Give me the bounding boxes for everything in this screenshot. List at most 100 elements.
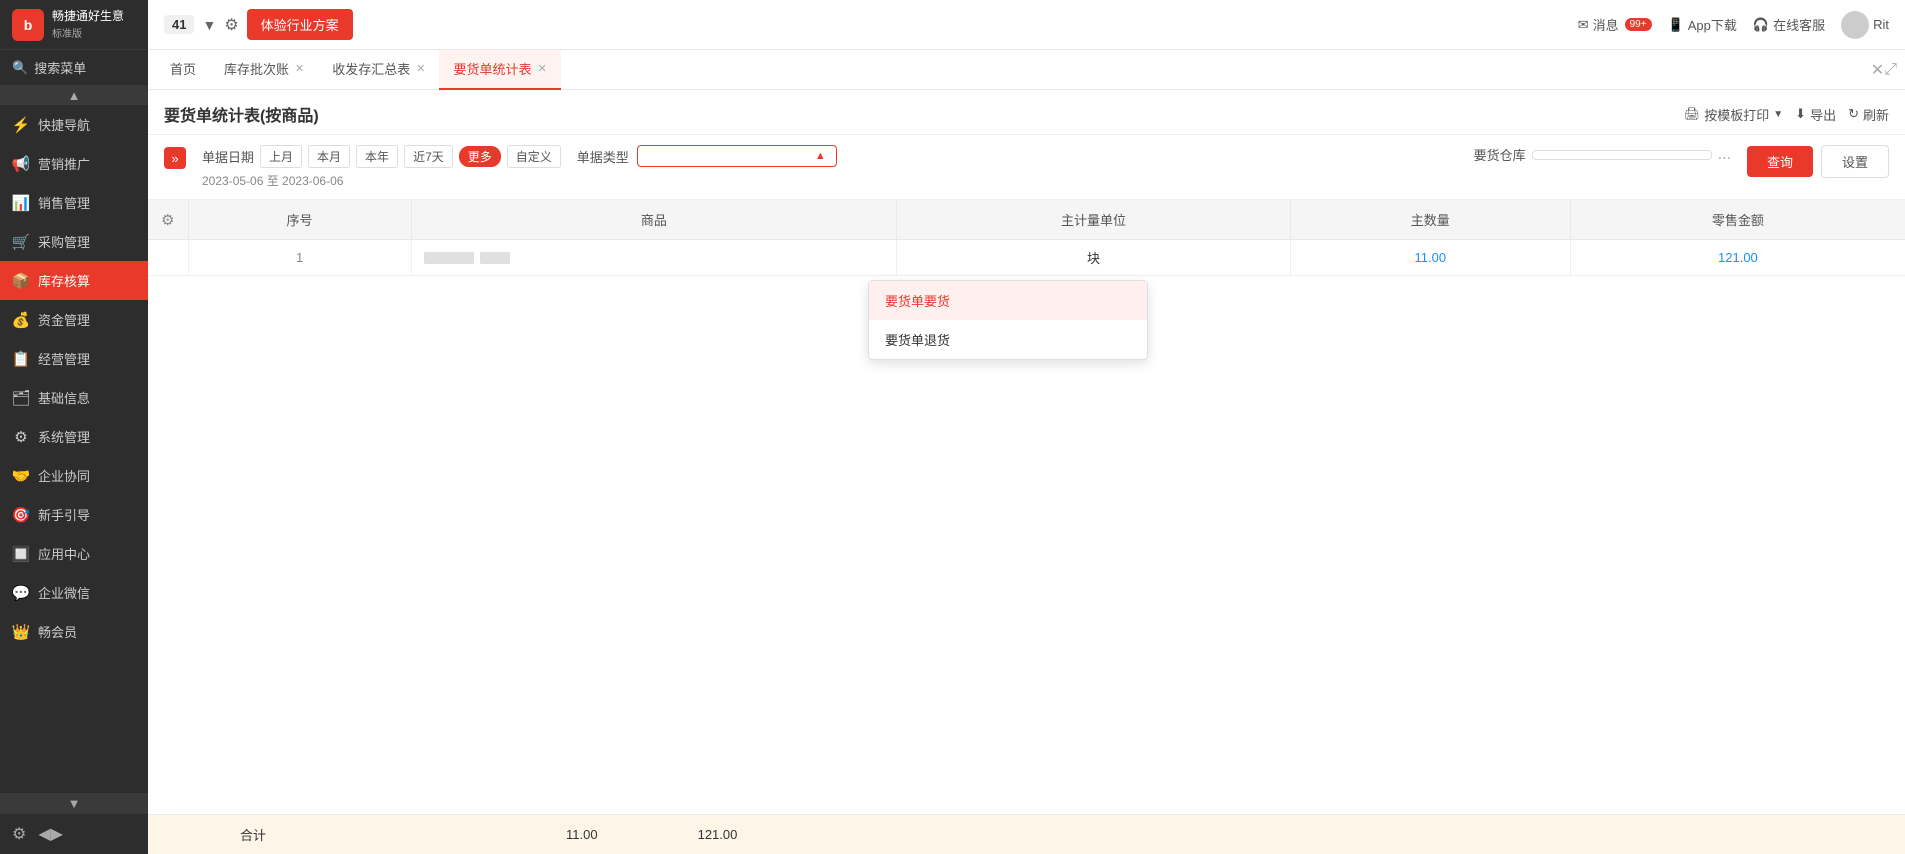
export-icon: ⬇ xyxy=(1795,106,1806,122)
sidebar-item-inventory[interactable]: 📦 库存核算 xyxy=(0,261,148,300)
tab-order-stats-label: 要货单统计表 xyxy=(453,59,531,78)
sidebar-item-label: 基础信息 xyxy=(38,388,90,407)
print-button[interactable]: 🖨 按模板打印 ▼ xyxy=(1684,105,1783,124)
online-service-action[interactable]: 🎧 在线客服 xyxy=(1753,15,1825,34)
app-download-action[interactable]: 📱 App下载 xyxy=(1668,15,1737,34)
header-left: 41 ▼ ⚙ 体验行业方案 xyxy=(164,9,1562,40)
sidebar-item-label: 企业协同 xyxy=(38,466,90,485)
data-table: ⚙ 序号 商品 主计量单位 主数量 零售金额 1 xyxy=(148,200,1905,276)
td-product xyxy=(411,240,896,276)
table-footer: 合计 11.00 121.00 xyxy=(148,814,1905,854)
td-unit: 块 xyxy=(897,240,1291,276)
download-icon: 📱 xyxy=(1668,17,1684,33)
sidebar-item-collab[interactable]: 🤝 企业协同 xyxy=(0,456,148,495)
quantity-link[interactable]: 11.00 xyxy=(1415,250,1447,265)
export-label: 导出 xyxy=(1810,105,1836,124)
search-icon: 🔍 xyxy=(12,60,28,76)
sidebar-item-label: 畅会员 xyxy=(38,622,77,641)
amount-link[interactable]: 121.00 xyxy=(1718,250,1758,265)
row-number: 1 xyxy=(296,250,303,265)
sidebar-nav: ⚡ 快捷导航 📢 营销推广 📊 销售管理 🛒 采购管理 📦 库存核算 💰 资金管… xyxy=(0,105,148,793)
tab-batch[interactable]: 库存批次账 ✕ xyxy=(210,50,318,90)
appstore-icon: 🔲 xyxy=(12,545,30,563)
date-btn-this-month[interactable]: 本月 xyxy=(308,145,350,168)
sidebar-item-ops[interactable]: 📋 经营管理 xyxy=(0,339,148,378)
warehouse-select[interactable] xyxy=(1532,150,1712,160)
product-placeholder-2 xyxy=(480,252,510,264)
date-btn-custom[interactable]: 自定义 xyxy=(507,145,561,168)
th-product: 商品 xyxy=(411,200,896,240)
collapse-icon[interactable]: ◀▶ xyxy=(38,824,63,844)
wechat-icon: 💬 xyxy=(12,584,30,602)
settings-bottom-icon[interactable]: ⚙ xyxy=(12,824,26,844)
sidebar-item-purchase[interactable]: 🛒 采购管理 xyxy=(0,222,148,261)
messages-action[interactable]: ✉ 消息 99+ xyxy=(1578,15,1652,34)
footer-quantity: 11.00 xyxy=(566,827,598,842)
warehouse-label: 要货仓库 xyxy=(1474,145,1526,164)
sidebar-item-member[interactable]: 👑 畅会员 xyxy=(0,612,148,651)
sidebar-item-label: 应用中心 xyxy=(38,544,90,563)
tab-collect-close[interactable]: ✕ xyxy=(416,62,425,75)
sidebar-scroll-up[interactable]: ▲ xyxy=(0,85,148,105)
set-button[interactable]: 设置 xyxy=(1821,145,1889,178)
tab-order-stats-close[interactable]: ✕ xyxy=(538,62,547,75)
sidebar-bottom: ⚙ ◀▶ xyxy=(0,813,148,854)
column-settings-icon[interactable]: ⚙ xyxy=(161,212,174,229)
th-quantity: 主数量 xyxy=(1290,200,1570,240)
collapse-filter-button[interactable]: » xyxy=(164,147,186,169)
top-header: 41 ▼ ⚙ 体验行业方案 ✉ 消息 99+ 📱 App下载 🎧 在线客服 Ri… xyxy=(148,0,1905,50)
sidebar-item-base[interactable]: 🗂 基础信息 xyxy=(0,378,148,417)
refresh-button[interactable]: ↻ 刷新 xyxy=(1848,105,1889,124)
print-icon: 🖨 xyxy=(1684,106,1701,122)
date-btn-more[interactable]: 更多 xyxy=(459,146,501,167)
user-profile[interactable]: Rit xyxy=(1841,11,1889,39)
sidebar-item-appstore[interactable]: 🔲 应用中心 xyxy=(0,534,148,573)
tab-batch-close[interactable]: ✕ xyxy=(295,62,304,75)
search-menu[interactable]: 🔍 搜索菜单 xyxy=(0,50,148,85)
collab-icon: 🤝 xyxy=(12,467,30,485)
expand-button[interactable]: ⤢ xyxy=(1884,61,1897,79)
trial-button[interactable]: 体验行业方案 xyxy=(247,9,353,40)
page-content: 要货单统计表(按商品) 🖨 按模板打印 ▼ ⬇ 导出 ↻ 刷新 » xyxy=(148,90,1905,854)
tab-dropdown-button[interactable]: ▼ xyxy=(202,17,216,33)
export-button[interactable]: ⬇ 导出 xyxy=(1795,105,1836,124)
topbar-settings-button[interactable]: ⚙ xyxy=(224,15,238,35)
date-btn-last-month[interactable]: 上月 xyxy=(260,145,302,168)
sidebar-scroll-down[interactable]: ▼ xyxy=(0,793,148,813)
tab-batch-label: 库存批次账 xyxy=(224,59,289,78)
td-settings xyxy=(148,240,188,276)
header-right: ✉ 消息 99+ 📱 App下载 🎧 在线客服 Rit xyxy=(1578,11,1889,39)
table-header-row: ⚙ 序号 商品 主计量单位 主数量 零售金额 xyxy=(148,200,1905,240)
sidebar-item-guide[interactable]: 🎯 新手引导 xyxy=(0,495,148,534)
tab-order-stats[interactable]: 要货单统计表 ✕ xyxy=(439,50,560,90)
type-select-box[interactable]: ▲ xyxy=(637,145,837,167)
type-filter-group: 单据类型 ▲ xyxy=(577,145,1458,167)
td-amount: 121.00 xyxy=(1570,240,1905,276)
main-area: 41 ▼ ⚙ 体验行业方案 ✉ 消息 99+ 📱 App下载 🎧 在线客服 Ri… xyxy=(148,0,1905,854)
sidebar-item-wechat[interactable]: 💬 企业微信 xyxy=(0,573,148,612)
sidebar-item-quick-nav[interactable]: ⚡ 快捷导航 xyxy=(0,105,148,144)
print-dropdown-arrow: ▼ xyxy=(1773,109,1783,120)
dropdown-item-order-goods[interactable]: 要货单要货 xyxy=(869,281,1147,320)
page-title: 要货单统计表(按商品) xyxy=(164,102,319,126)
type-label: 单据类型 xyxy=(577,147,629,166)
date-btn-this-year[interactable]: 本年 xyxy=(356,145,398,168)
tab-collect[interactable]: 收发存汇总表 ✕ xyxy=(318,50,439,90)
sidebar-item-system[interactable]: ⚙ 系统管理 xyxy=(0,417,148,456)
sidebar-item-finance[interactable]: 💰 资金管理 xyxy=(0,300,148,339)
th-settings[interactable]: ⚙ xyxy=(148,200,188,240)
sidebar-item-sales[interactable]: 📊 销售管理 xyxy=(0,183,148,222)
more-filters-button[interactable]: ... xyxy=(1718,146,1731,164)
refresh-icon: ↻ xyxy=(1848,106,1859,122)
date-btn-7days[interactable]: 近7天 xyxy=(404,145,453,168)
close-all-button[interactable]: ✕ xyxy=(1871,60,1884,80)
finance-icon: 💰 xyxy=(12,311,30,329)
tab-home-label: 首页 xyxy=(170,59,196,78)
tab-collect-label: 收发存汇总表 xyxy=(332,59,410,78)
dropdown-item-order-return[interactable]: 要货单退货 xyxy=(869,320,1147,359)
messages-badge: 99+ xyxy=(1625,18,1652,31)
query-button[interactable]: 查询 xyxy=(1747,146,1813,177)
tab-home[interactable]: 首页 xyxy=(156,50,210,90)
sidebar-item-marketing[interactable]: 📢 营销推广 xyxy=(0,144,148,183)
refresh-label: 刷新 xyxy=(1863,105,1889,124)
